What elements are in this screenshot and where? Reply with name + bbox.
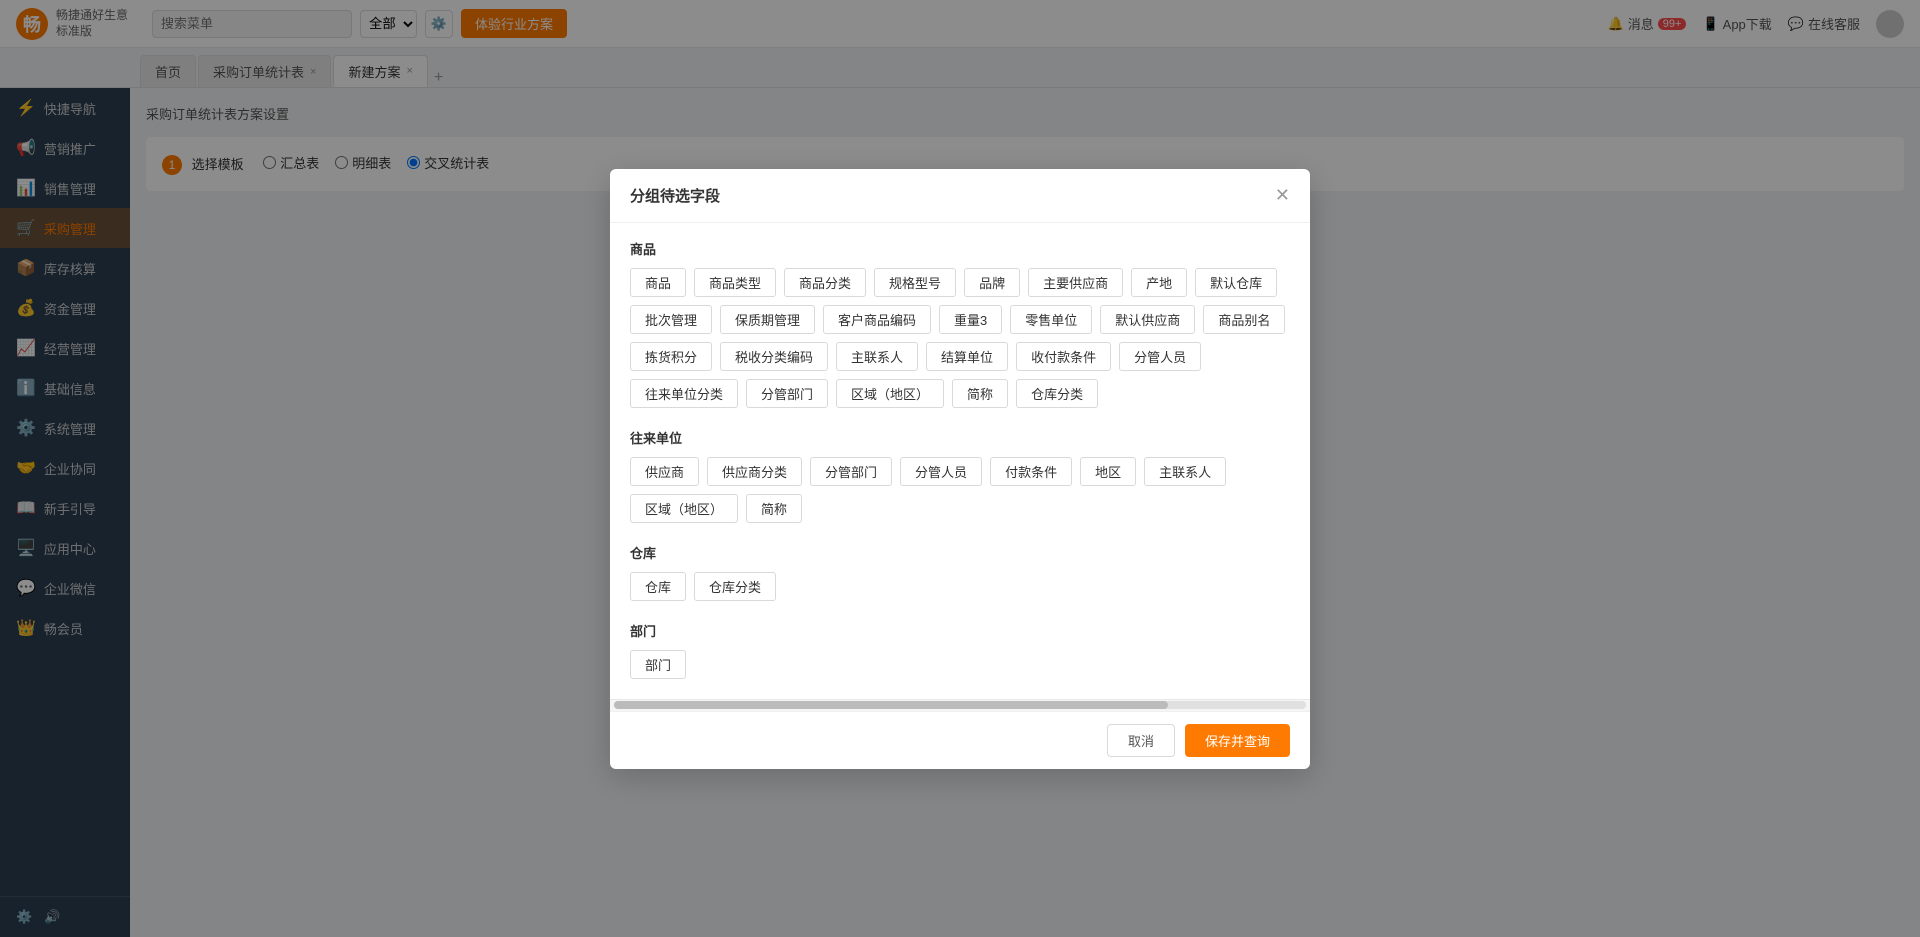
field-tag-spec-model[interactable]: 规格型号 <box>874 268 956 297</box>
field-tag-warehouse-cat[interactable]: 仓库分类 <box>694 572 776 601</box>
field-tag-product-category[interactable]: 商品分类 <box>784 268 866 297</box>
field-tag-supplier-category[interactable]: 供应商分类 <box>707 457 802 486</box>
field-tag-product-alias[interactable]: 商品别名 <box>1203 305 1285 334</box>
section-dept-tags: 部门 <box>630 650 1290 679</box>
field-tag-area[interactable]: 地区 <box>1080 457 1136 486</box>
field-tag-main-contact[interactable]: 主联系人 <box>836 342 918 371</box>
modal-horizontal-scrollbar[interactable] <box>610 699 1310 710</box>
section-warehouse-tags: 仓库 仓库分类 <box>630 572 1290 601</box>
field-tag-customer-code[interactable]: 客户商品编码 <box>823 305 931 334</box>
field-tag-department[interactable]: 部门 <box>630 650 686 679</box>
field-tag-product[interactable]: 商品 <box>630 268 686 297</box>
field-tag-weight[interactable]: 重量3 <box>939 305 1002 334</box>
cancel-button[interactable]: 取消 <box>1107 724 1175 757</box>
field-tag-settle-unit[interactable]: 结算单位 <box>926 342 1008 371</box>
field-tag-counterpart-category[interactable]: 往来单位分类 <box>630 379 738 408</box>
field-tag-main-supplier[interactable]: 主要供应商 <box>1028 268 1123 297</box>
field-tag-main-contact2[interactable]: 主联系人 <box>1144 457 1226 486</box>
field-tag-short-name[interactable]: 简称 <box>746 494 802 523</box>
section-dept-title: 部门 <box>630 621 1290 640</box>
section-counterpart-tags: 供应商 供应商分类 分管部门 分管人员 付款条件 地区 主联系人 区域（地区） … <box>630 457 1290 523</box>
field-tag-dept[interactable]: 分管部门 <box>746 379 828 408</box>
section-department: 部门 部门 <box>630 621 1290 679</box>
modal-footer: 取消 保存并查询 <box>610 711 1310 769</box>
field-tag-region2[interactable]: 区域（地区） <box>630 494 738 523</box>
section-warehouse-title: 仓库 <box>630 543 1290 562</box>
h-scrollbar-track[interactable] <box>614 701 1306 709</box>
field-tag-pick-points[interactable]: 拣货积分 <box>630 342 712 371</box>
section-product-title: 商品 <box>630 239 1290 258</box>
field-tag-manage-person[interactable]: 分管人员 <box>900 457 982 486</box>
modal-body: 商品 商品 商品类型 商品分类 规格型号 品牌 主要供应商 产地 默认仓库 批次… <box>610 223 1310 700</box>
field-tag-warehouse-category[interactable]: 仓库分类 <box>1016 379 1098 408</box>
field-tag-region[interactable]: 区域（地区） <box>836 379 944 408</box>
modal-close-button[interactable]: ✕ <box>1275 185 1290 206</box>
section-product-tags: 商品 商品类型 商品分类 规格型号 品牌 主要供应商 产地 默认仓库 批次管理 … <box>630 268 1290 408</box>
field-tag-tax-code[interactable]: 税收分类编码 <box>720 342 828 371</box>
field-tag-brand[interactable]: 品牌 <box>964 268 1020 297</box>
field-tag-origin[interactable]: 产地 <box>1131 268 1187 297</box>
field-tag-abbreviation[interactable]: 简称 <box>952 379 1008 408</box>
field-tag-product-type[interactable]: 商品类型 <box>694 268 776 297</box>
field-tag-pay-terms[interactable]: 付款条件 <box>990 457 1072 486</box>
section-counterpart-title: 往来单位 <box>630 428 1290 447</box>
section-product: 商品 商品 商品类型 商品分类 规格型号 品牌 主要供应商 产地 默认仓库 批次… <box>630 239 1290 408</box>
field-tag-quality-mgmt[interactable]: 保质期管理 <box>720 305 815 334</box>
field-tag-batch-mgmt[interactable]: 批次管理 <box>630 305 712 334</box>
confirm-button[interactable]: 保存并查询 <box>1185 724 1290 757</box>
section-warehouse: 仓库 仓库 仓库分类 <box>630 543 1290 601</box>
h-scrollbar-thumb[interactable] <box>614 701 1168 709</box>
field-tag-supplier[interactable]: 供应商 <box>630 457 699 486</box>
field-tag-default-warehouse[interactable]: 默认仓库 <box>1195 268 1277 297</box>
field-tag-manage-dept[interactable]: 分管部门 <box>810 457 892 486</box>
section-counterpart: 往来单位 供应商 供应商分类 分管部门 分管人员 付款条件 地区 主联系人 区域… <box>630 428 1290 523</box>
modal-header: 分组待选字段 ✕ <box>610 169 1310 223</box>
field-tag-default-supplier[interactable]: 默认供应商 <box>1100 305 1195 334</box>
field-tag-retail-unit[interactable]: 零售单位 <box>1010 305 1092 334</box>
field-tag-payment-terms[interactable]: 收付款条件 <box>1016 342 1111 371</box>
modal-title: 分组待选字段 <box>630 185 720 206</box>
field-tag-warehouse[interactable]: 仓库 <box>630 572 686 601</box>
field-tag-supervisor[interactable]: 分管人员 <box>1119 342 1201 371</box>
modal-overlay: 分组待选字段 ✕ 商品 商品 商品类型 商品分类 规格型号 品牌 主要供应商 产… <box>0 0 1920 937</box>
field-select-modal: 分组待选字段 ✕ 商品 商品 商品类型 商品分类 规格型号 品牌 主要供应商 产… <box>610 169 1310 769</box>
